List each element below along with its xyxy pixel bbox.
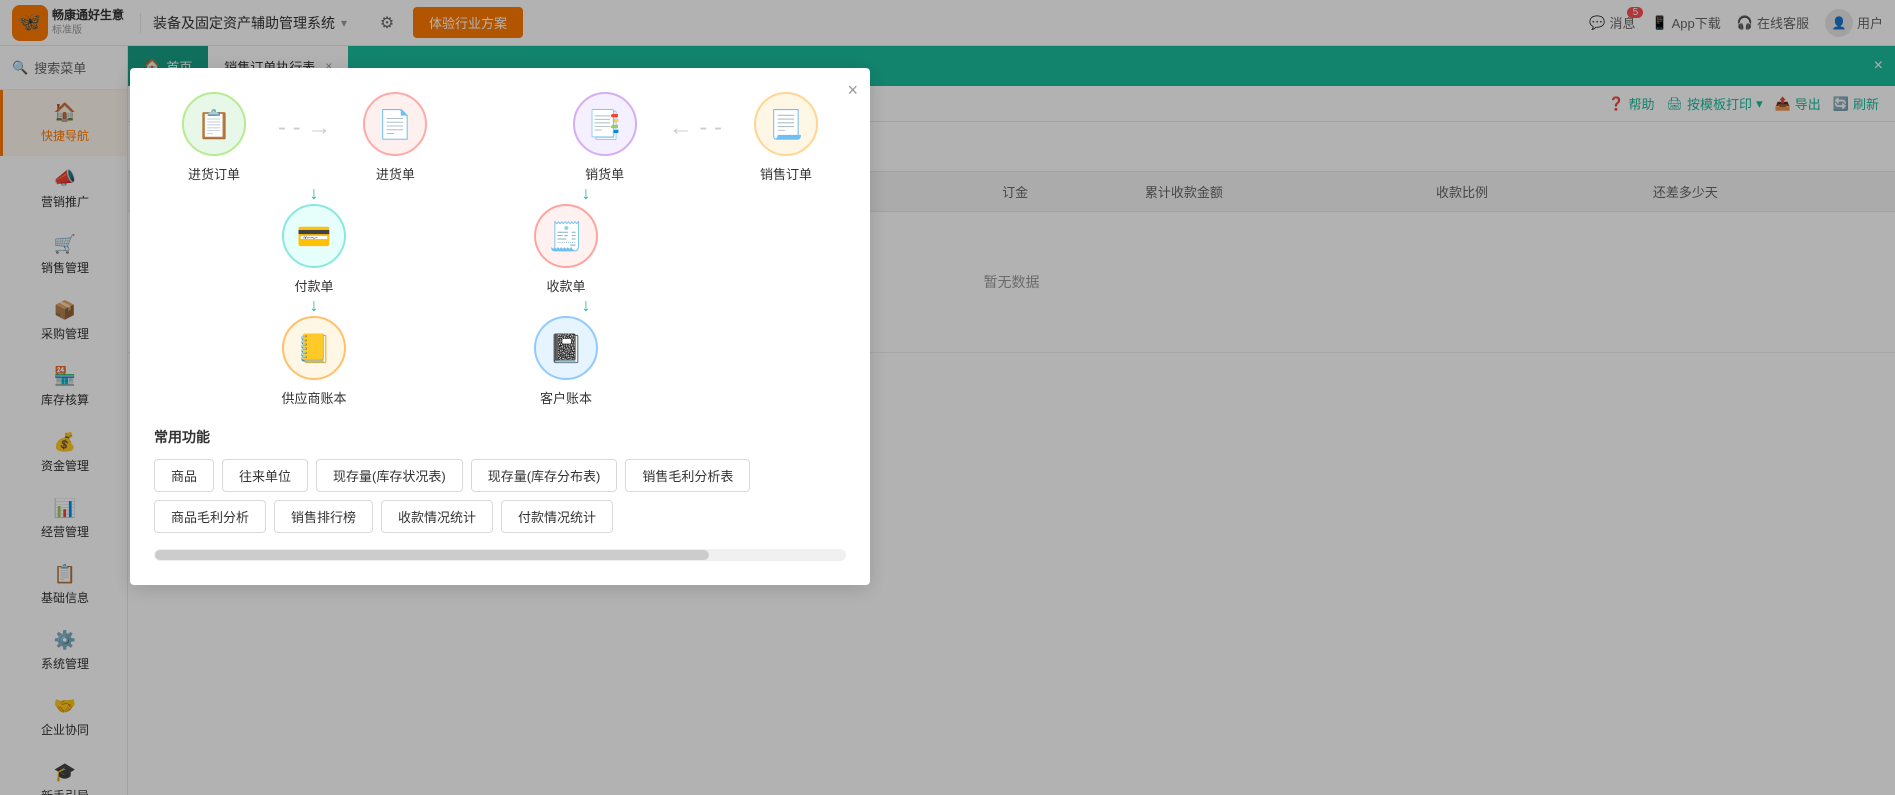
sales-order-icon: 📃 [754, 92, 818, 156]
customer-ledger-icon: 📓 [534, 316, 598, 380]
flow-node-receipt[interactable]: 🧾 收款单 [506, 204, 626, 295]
flow-node-sales-bill[interactable]: 📑 销货单 [545, 92, 665, 183]
flow-node-sales-order[interactable]: 📃 销售订单 [726, 92, 846, 183]
func-btn-往来单位[interactable]: 往来单位 [222, 459, 308, 492]
func-btn-付款情况统计[interactable]: 付款情况统计 [501, 500, 613, 533]
supplier-ledger-icon: 📒 [282, 316, 346, 380]
purchase-order-icon: 📋 [182, 92, 246, 156]
common-functions-title: 常用功能 [154, 427, 846, 447]
arrow-down-2: ↓ [526, 183, 646, 204]
func-btn-现存量(库存状况表)[interactable]: 现存量(库存状况表) [316, 459, 463, 492]
popup-scrollbar-thumb [155, 550, 709, 560]
flow-node-customer-ledger[interactable]: 📓 客户账本 [506, 316, 626, 407]
common-functions: 常用功能 商品往来单位现存量(库存状况表)现存量(库存分布表)销售毛利分析表商品… [154, 427, 846, 533]
popup-dialog: × 📋 进货订单 - - → 📄 进货单 [130, 68, 870, 585]
flow-node-payment[interactable]: 💳 付款单 [254, 204, 374, 295]
arrow-left-dashed: ← - - [665, 114, 726, 142]
popup-scrollbar[interactable] [154, 549, 846, 561]
overlay[interactable]: × 📋 进货订单 - - → 📄 进货单 [0, 0, 1895, 795]
arrow-down-1: ↓ [274, 183, 354, 204]
func-btn-收款情况统计[interactable]: 收款情况统计 [381, 500, 493, 533]
receipt-icon: 🧾 [534, 204, 598, 268]
flow-node-supplier-ledger[interactable]: 📒 供应商账本 [254, 316, 374, 407]
sales-bill-icon: 📑 [573, 92, 637, 156]
popup-close-button[interactable]: × [847, 80, 858, 101]
func-btn-商品毛利分析[interactable]: 商品毛利分析 [154, 500, 266, 533]
func-btn-现存量(库存分布表)[interactable]: 现存量(库存分布表) [471, 459, 618, 492]
function-buttons-container: 商品往来单位现存量(库存状况表)现存量(库存分布表)销售毛利分析表商品毛利分析销… [154, 459, 846, 533]
flow-node-purchase-bill[interactable]: 📄 进货单 [335, 92, 455, 183]
payment-icon: 💳 [282, 204, 346, 268]
purchase-bill-icon: 📄 [363, 92, 427, 156]
arrow-right-dashed-1: - - → [274, 114, 335, 142]
func-btn-销售毛利分析表[interactable]: 销售毛利分析表 [625, 459, 750, 492]
flow-node-purchase-order[interactable]: 📋 进货订单 [154, 92, 274, 183]
arrow-down-4: ↓ [526, 295, 646, 316]
func-btn-商品[interactable]: 商品 [154, 459, 214, 492]
arrow-down-3: ↓ [274, 295, 354, 316]
func-btn-销售排行榜[interactable]: 销售排行榜 [274, 500, 373, 533]
